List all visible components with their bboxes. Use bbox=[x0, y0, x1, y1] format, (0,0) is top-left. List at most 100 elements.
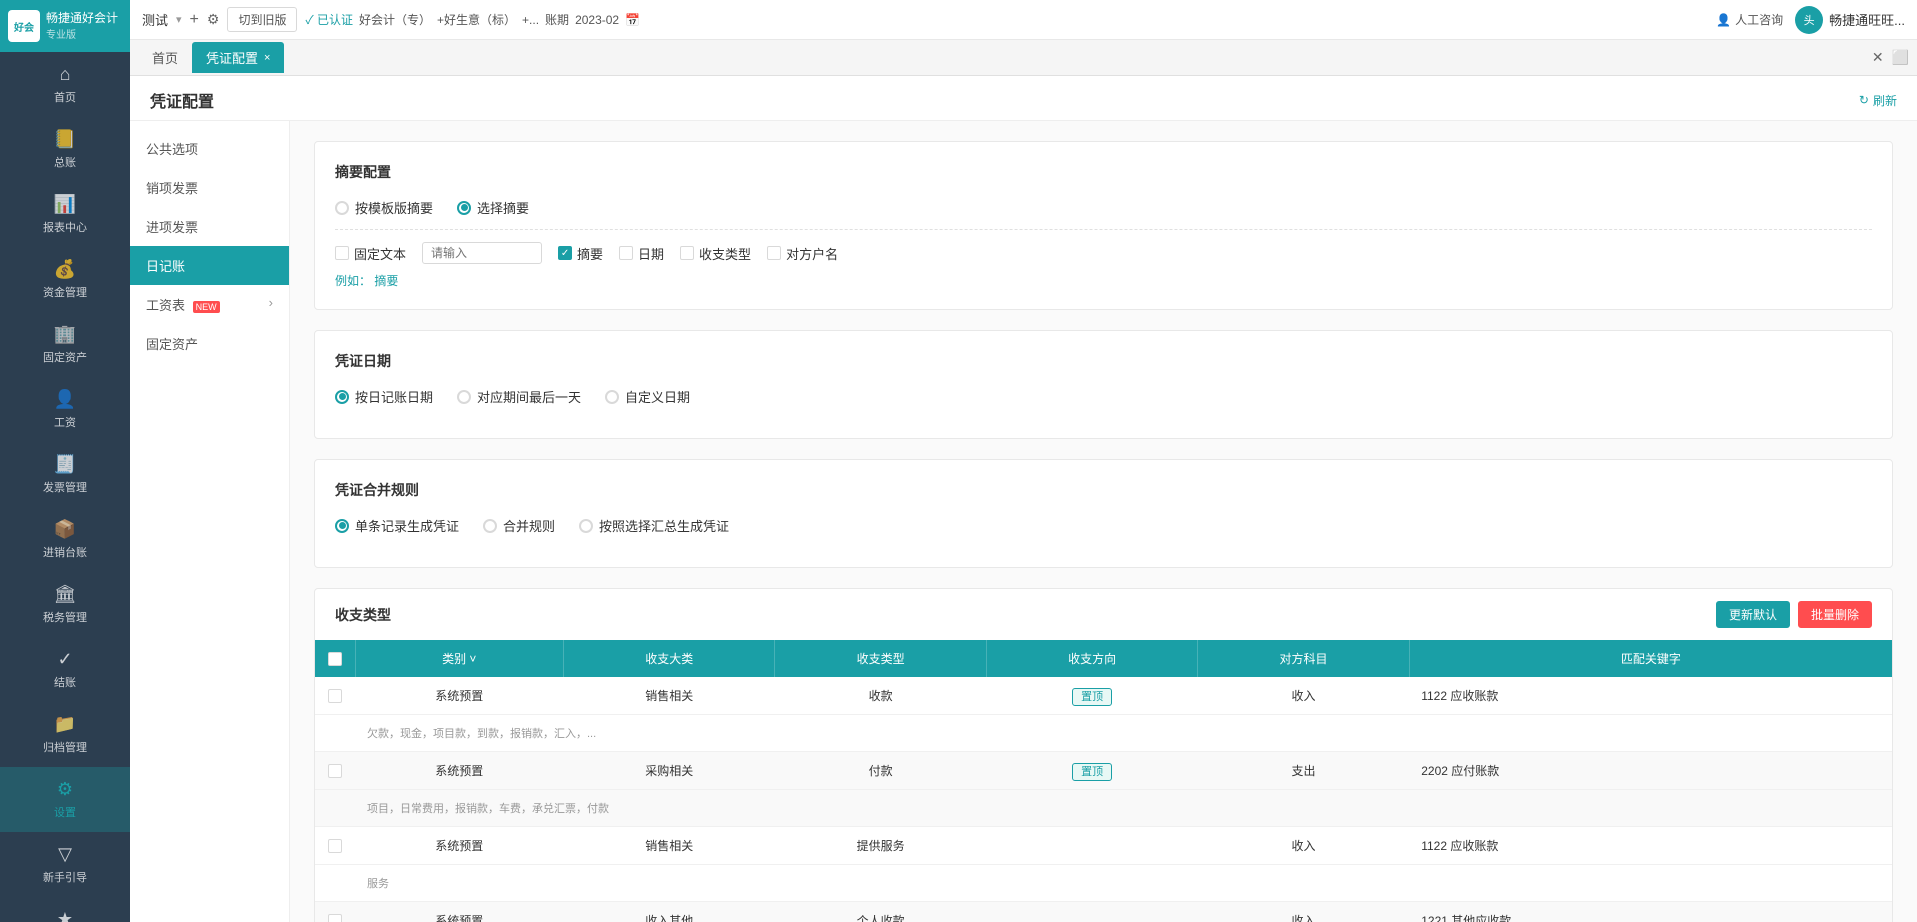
summary-radio-group: 按模板版摘要 选择摘要 bbox=[335, 198, 1872, 217]
service-icon: 👤 bbox=[1716, 13, 1731, 27]
invoice-icon: 🧾 bbox=[54, 454, 76, 475]
example-text: 例如： 摘要 bbox=[335, 272, 1872, 289]
radio-template-summary[interactable]: 按模板版摘要 bbox=[335, 198, 433, 217]
new-badge: NEW bbox=[193, 301, 220, 313]
close-all-button[interactable]: ✕ bbox=[1872, 49, 1884, 66]
row4-type: 个人收款 bbox=[775, 902, 986, 922]
sidebar-item-home[interactable]: ⌂ 首页 bbox=[0, 52, 130, 117]
fixed-text-input[interactable] bbox=[422, 242, 542, 264]
radio-summary-generate[interactable]: 按照选择汇总生成凭证 bbox=[579, 516, 729, 535]
left-nav-public[interactable]: 公共选项 bbox=[130, 129, 289, 168]
sidebar-nav: ⌂ 首页 📒 总账 📊 报表中心 💰 资金管理 🏢 固定资产 👤 工资 🧾 发票… bbox=[0, 52, 130, 922]
row4-checkbox[interactable] bbox=[315, 902, 355, 922]
checkbox-date[interactable]: 日期 bbox=[619, 244, 664, 263]
sidebar-item-reports[interactable]: 📊 报表中心 bbox=[0, 182, 130, 247]
row1-tag[interactable]: 置顶 bbox=[1072, 688, 1112, 706]
topbar-dropdown-arrow[interactable]: ▾ bbox=[176, 13, 182, 26]
logo-icon: 好会 bbox=[8, 10, 40, 42]
sidebar-item-settings[interactable]: ⚙ 设置 bbox=[0, 767, 130, 832]
main-panel: 摘要配置 按模板版摘要 选择摘要 bbox=[290, 121, 1917, 922]
sidebar-label-reports: 报表中心 bbox=[43, 219, 87, 235]
sidebar-item-general-ledger[interactable]: 📒 总账 bbox=[0, 117, 130, 182]
radio-single-record[interactable]: 单条记录生成凭证 bbox=[335, 516, 459, 535]
sidebar-item-sales-purchase[interactable]: 📦 进销台账 bbox=[0, 507, 130, 572]
sidebar-item-fixed-assets[interactable]: 🏢 固定资产 bbox=[0, 312, 130, 377]
row2-checkbox[interactable] bbox=[315, 752, 355, 790]
left-nav: 公共选项 销项发票 进项发票 日记账 工资表 NEW › 固定资产 bbox=[130, 121, 290, 922]
checkbox-counterparty[interactable]: 对方户名 bbox=[767, 244, 838, 263]
sidebar-label-archive: 归档管理 bbox=[43, 739, 87, 755]
radio-summary-gen-label: 按照选择汇总生成凭证 bbox=[599, 516, 729, 535]
member-icon: ★ bbox=[57, 909, 73, 922]
service-label: 人工咨询 bbox=[1735, 11, 1783, 28]
table-row: 系统预置 采购相关 付款 置顶 支出 2202 应付账款 bbox=[315, 752, 1892, 790]
tabbar-controls: ✕ ⬜ bbox=[1872, 49, 1909, 66]
app-name: 畅捷通好会计 bbox=[46, 11, 118, 27]
guide-icon: ▽ bbox=[58, 844, 72, 865]
th-direction: 收支方向 bbox=[986, 640, 1197, 677]
row1-checkbox[interactable] bbox=[315, 677, 355, 715]
select-all-checkbox[interactable] bbox=[328, 652, 342, 666]
row2-tag[interactable]: 置顶 bbox=[1072, 763, 1112, 781]
checkbox-summary[interactable]: ✓ 摘要 bbox=[558, 244, 603, 263]
sidebar-item-invoice[interactable]: 🧾 发票管理 bbox=[0, 442, 130, 507]
settings-icon: ⚙ bbox=[57, 779, 73, 800]
sidebar-label-tax: 税务管理 bbox=[43, 609, 87, 625]
tab-home[interactable]: 首页 bbox=[138, 42, 192, 73]
row1-keywords-cell: 欠款，现金，项目款，到款，报销款，汇入，... bbox=[355, 715, 1892, 752]
sidebar-item-archive[interactable]: 📁 归档管理 bbox=[0, 702, 130, 767]
radio-select-summary[interactable]: 选择摘要 bbox=[457, 198, 529, 217]
tab-voucher-label: 凭证配置 bbox=[206, 48, 258, 67]
checkbox-type[interactable]: 收支类型 bbox=[680, 244, 751, 263]
checkbox-counterparty-box bbox=[767, 246, 781, 260]
left-nav-purchase-invoice[interactable]: 进项发票 bbox=[130, 207, 289, 246]
row1-check-box[interactable] bbox=[328, 689, 342, 703]
user-button[interactable]: 头 畅捷通旺旺... bbox=[1795, 6, 1905, 34]
maximize-button[interactable]: ⬜ bbox=[1892, 49, 1909, 66]
radio-merge-rule[interactable]: 合并规则 bbox=[483, 516, 555, 535]
row3-major-type: 销售相关 bbox=[564, 827, 775, 865]
left-nav-journal[interactable]: 日记账 bbox=[130, 246, 289, 285]
radio-journal-date[interactable]: 按日记账日期 bbox=[335, 387, 433, 406]
left-nav-sales-invoice[interactable]: 销项发票 bbox=[130, 168, 289, 207]
service-button[interactable]: 👤 人工咨询 bbox=[1716, 11, 1783, 28]
example-value: 摘要 bbox=[374, 274, 398, 288]
tab-home-label: 首页 bbox=[152, 48, 178, 67]
row1-major-type: 销售相关 bbox=[564, 677, 775, 715]
sidebar-item-funds[interactable]: 💰 资金管理 bbox=[0, 247, 130, 312]
radio-period-last[interactable]: 对应期间最后一天 bbox=[457, 387, 581, 406]
row4-check-box[interactable] bbox=[328, 914, 342, 922]
left-nav-payroll[interactable]: 工资表 NEW › bbox=[130, 285, 289, 324]
merge-radio-group: 单条记录生成凭证 合并规则 按照选择汇总生成凭证 bbox=[335, 516, 1872, 535]
refresh-button[interactable]: ↻ 刷新 bbox=[1859, 92, 1897, 109]
row3-check-box[interactable] bbox=[328, 839, 342, 853]
row2-direction: 置顶 bbox=[986, 752, 1197, 790]
tab-close-button[interactable]: × bbox=[264, 52, 270, 64]
summary-section: 摘要配置 按模板版摘要 选择摘要 bbox=[314, 141, 1893, 310]
topbar-settings-button[interactable]: ⚙ bbox=[207, 11, 220, 28]
radio-merge-label: 合并规则 bbox=[503, 516, 555, 535]
tab-voucher-config[interactable]: 凭证配置 × bbox=[192, 42, 284, 73]
topbar-add-button[interactable]: + bbox=[190, 11, 199, 29]
ledger-icon: 📒 bbox=[54, 129, 76, 150]
sidebar-item-member[interactable]: ★ 畅会员 bbox=[0, 897, 130, 922]
sidebar-item-guide[interactable]: ▽ 新手引导 bbox=[0, 832, 130, 897]
sidebar-item-settle[interactable]: ✓ 结账 bbox=[0, 637, 130, 702]
checkbox-fixed-text[interactable]: 固定文本 bbox=[335, 244, 406, 263]
sidebar-item-tax[interactable]: 🏛 税务管理 bbox=[0, 572, 130, 637]
left-nav-fixed-assets[interactable]: 固定资产 bbox=[130, 324, 289, 363]
radio-period-last-label: 对应期间最后一天 bbox=[477, 387, 581, 406]
radio-custom-date[interactable]: 自定义日期 bbox=[605, 387, 690, 406]
row2-type: 付款 bbox=[775, 752, 986, 790]
sidebar-label-ledger: 总账 bbox=[54, 154, 76, 170]
sidebar-item-salary[interactable]: 👤 工资 bbox=[0, 377, 130, 442]
old-version-button[interactable]: 切到旧版 bbox=[227, 7, 297, 32]
row4-direction: 收入 bbox=[1198, 902, 1409, 922]
row2-check-box[interactable] bbox=[328, 764, 342, 778]
batch-delete-button[interactable]: 批量删除 bbox=[1798, 601, 1872, 628]
sidebar: 好会 畅捷通好会计 专业版 ⌂ 首页 📒 总账 📊 报表中心 💰 资金管理 🏢 … bbox=[0, 0, 130, 922]
th-checkbox[interactable] bbox=[315, 640, 355, 677]
update-default-button[interactable]: 更新默认 bbox=[1716, 601, 1790, 628]
row3-checkbox[interactable] bbox=[315, 827, 355, 865]
row4-major-type: 收入其他 bbox=[564, 902, 775, 922]
